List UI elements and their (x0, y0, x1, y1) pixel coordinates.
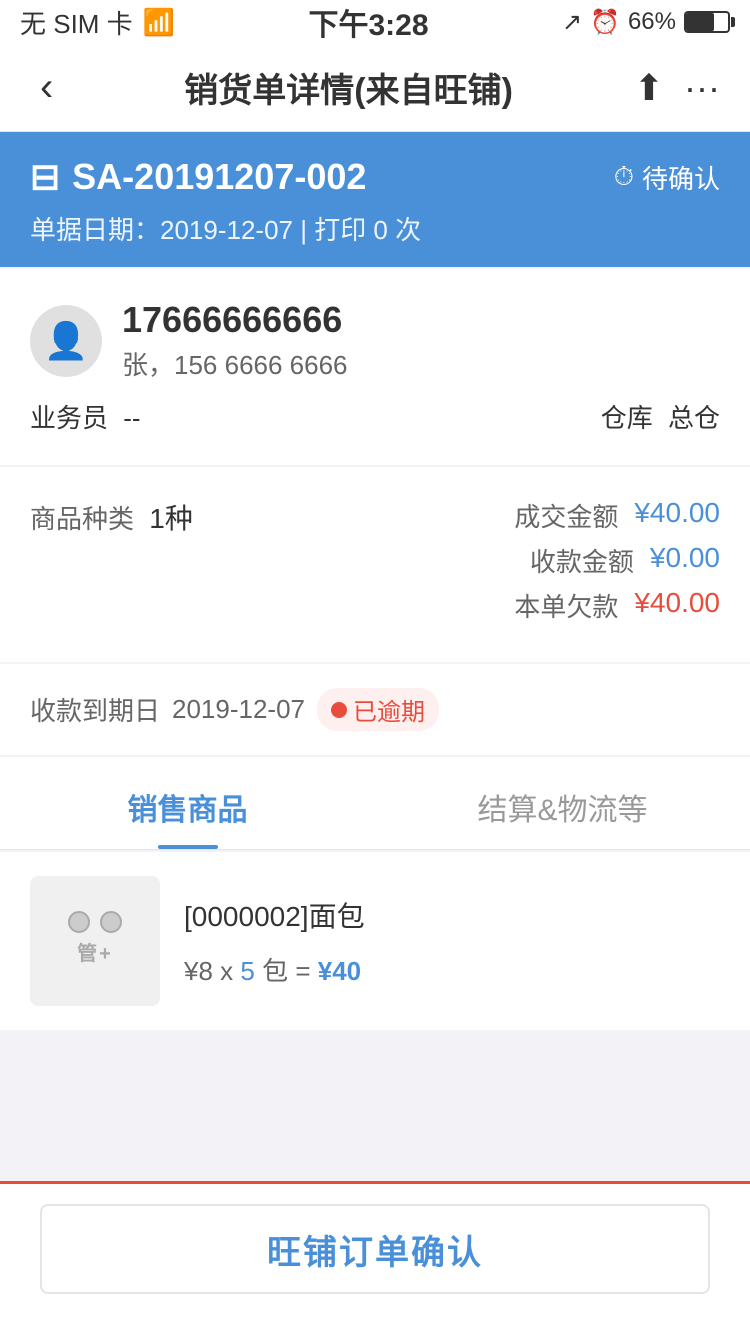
owl-eye-left (68, 911, 90, 933)
order-id: ⊟ SA-20191207-002 (30, 156, 366, 198)
equals-sign: = (295, 956, 317, 986)
due-date-label: 收款到期日 (30, 691, 160, 728)
status-left: 无 SIM 卡 📶 (20, 4, 175, 41)
overdue-text: 已逾期 (353, 692, 425, 727)
warehouse-label: 仓库 (601, 403, 653, 433)
order-meta: 单据日期：2019-12-07 | 打印 0 次 (30, 210, 720, 247)
due-date-card: 收款到期日 2019-12-07 已逾期 (0, 664, 750, 755)
collected-label: 收款金额 (530, 542, 634, 579)
avatar-icon: 👤 (44, 320, 89, 362)
salesperson-info: 业务员 -- (30, 398, 141, 435)
battery-percentage: 66% (628, 8, 676, 36)
collected-row: 收款金额 ¥0.00 (514, 542, 720, 579)
battery-icon (684, 11, 730, 33)
owed-row: 本单欠款 ¥40.00 (514, 587, 720, 624)
customer-name: 张，156 6666 6666 (122, 345, 348, 382)
summary-card: 商品种类 1种 成交金额 ¥40.00 收款金额 ¥0.00 本单欠款 ¥40.… (0, 467, 750, 662)
product-card: 管+ [0000002]面包 ¥8 x 5 包 = ¥40 (0, 852, 750, 1030)
multiply-sign: x (220, 956, 240, 986)
status-right: ↗ ⏰ 66% (562, 8, 730, 37)
overdue-dot-icon (331, 702, 347, 718)
product-price: ¥8 (184, 956, 213, 986)
owl-text: 管+ (55, 937, 135, 966)
product-info: [0000002]面包 ¥8 x 5 包 = ¥40 (184, 895, 720, 988)
nav-bar: ‹ 销货单详情(来自旺铺) ⬆ ··· (0, 44, 750, 132)
order-id-text: SA-20191207-002 (72, 156, 366, 198)
tab-settlement[interactable]: 结算&物流等 (375, 757, 750, 849)
overdue-badge: 已逾期 (317, 688, 439, 731)
warehouse-info: 仓库 总仓 (601, 398, 720, 435)
back-button[interactable]: ‹ (30, 55, 63, 120)
status-text: 待确认 (642, 159, 720, 196)
tab-products[interactable]: 销售商品 (0, 757, 375, 849)
wifi-icon: 📶 (143, 7, 175, 38)
order-id-icon: ⊟ (30, 156, 60, 198)
order-header: ⊟ SA-20191207-002 ⏱ 待确认 单据日期：2019-12-07 … (0, 132, 750, 267)
warehouse-value: 总仓 (668, 403, 720, 433)
salesperson-label: 业务员 (30, 403, 108, 433)
due-date-value: 2019-12-07 (172, 694, 305, 725)
share-button[interactable]: ⬆ (634, 67, 664, 109)
owed-label: 本单欠款 (514, 587, 618, 624)
product-calculation: ¥8 x 5 包 = ¥40 (184, 951, 720, 988)
bottom-bar: 旺铺订单确认 (0, 1181, 750, 1334)
alarm-icon: ⏰ (590, 8, 620, 37)
deal-amount-value: ¥40.00 (634, 497, 720, 534)
product-qty: 5 (240, 956, 254, 986)
product-type-value: 1种 (149, 503, 193, 534)
page-title: 销货单详情(来自旺铺) (63, 63, 634, 112)
deal-amount-label: 成交金额 (514, 497, 618, 534)
nav-actions: ⬆ ··· (634, 67, 720, 109)
avatar: 👤 (30, 305, 102, 377)
amounts-section: 成交金额 ¥40.00 收款金额 ¥0.00 本单欠款 ¥40.00 (514, 497, 720, 632)
location-icon: ↗ (562, 8, 582, 37)
more-button[interactable]: ··· (684, 67, 720, 109)
product-thumbnail: 管+ (30, 876, 160, 1006)
order-status: ⏱ 待确认 (614, 159, 720, 196)
confirm-order-button[interactable]: 旺铺订单确认 (40, 1204, 710, 1294)
collected-value: ¥0.00 (650, 542, 720, 579)
deal-amount-row: 成交金额 ¥40.00 (514, 497, 720, 534)
customer-info-row: 业务员 -- 仓库 总仓 (30, 398, 720, 435)
salesperson-value: -- (123, 403, 140, 433)
owed-value: ¥40.00 (634, 587, 720, 624)
customer-phone: 17666666666 (122, 299, 348, 341)
product-type-label: 商品种类 (30, 504, 134, 534)
product-name: [0000002]面包 (184, 895, 720, 935)
tabs: 销售商品 结算&物流等 (0, 757, 750, 850)
customer-card: 👤 17666666666 张，156 6666 6666 业务员 -- 仓库 … (0, 269, 750, 465)
carrier-label: 无 SIM 卡 (20, 4, 133, 41)
product-unit: 包 (262, 956, 288, 986)
status-bar: 无 SIM 卡 📶 下午3:28 ↗ ⏰ 66% (0, 0, 750, 44)
product-type-section: 商品种类 1种 (30, 497, 193, 537)
status-clock-icon: ⏱ (614, 161, 634, 193)
owl-eye-right (100, 911, 122, 933)
status-time: 下午3:28 (308, 0, 428, 44)
product-total: ¥40 (318, 956, 361, 986)
